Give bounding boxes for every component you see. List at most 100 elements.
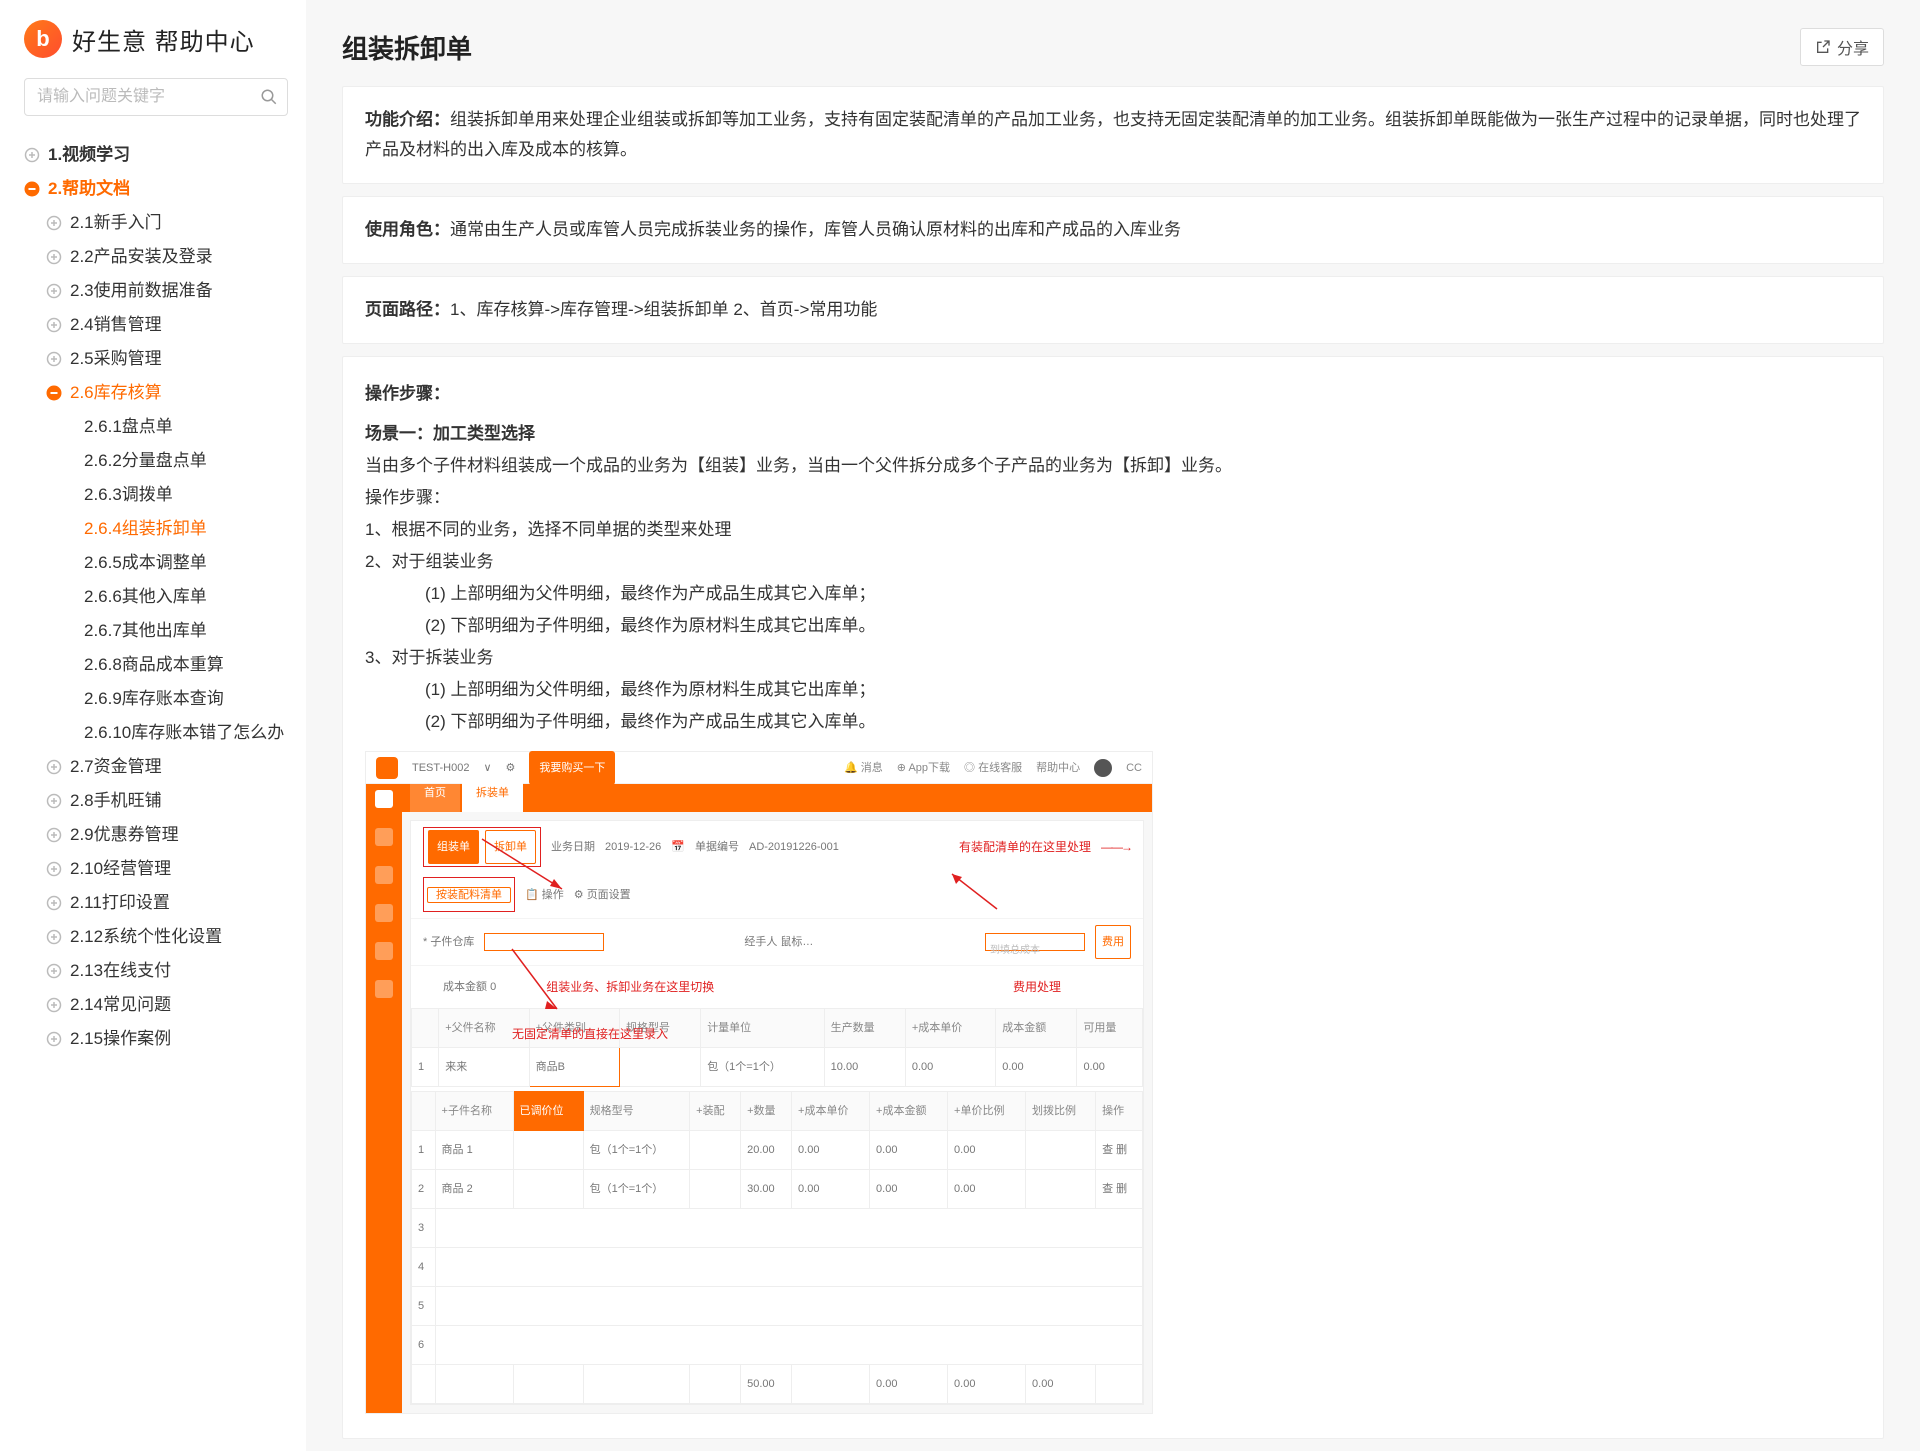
search-input[interactable] [24,78,288,116]
search-wrap [24,78,288,116]
shot-button: 按装配料清单 [427,887,511,903]
plus-icon [46,827,62,843]
step-text: (2) 下部明细为子件明细，最终作为产成品生成其它入库单。 [365,707,1861,737]
shot-input: 到填总成本 [985,933,1085,951]
nav-item[interactable]: 2.6库存核算 [46,377,288,409]
shot-value: 0 [490,981,496,993]
nav-item[interactable]: 2.9优惠券管理 [46,819,288,851]
share-icon [1815,39,1831,55]
shot-logo-icon [376,757,398,779]
rail-icon [375,866,393,884]
nav-item[interactable]: 1.视频学习 [24,139,288,171]
shot-app: ⊕ App下载 [897,753,950,783]
rail-icon [375,942,393,960]
page-title: 组装拆卸单 [342,29,472,66]
nav-label: 2.6.8商品成本重算 [84,649,224,681]
nav-item[interactable]: 2.6.5成本调整单 [84,547,288,579]
share-button[interactable]: 分享 [1800,28,1884,66]
nav-item[interactable]: 2.10经营管理 [46,853,288,885]
main: 组装拆卸单 分享 功能介绍：组装拆卸单用来处理企业组装或拆卸等加工业务，支持有固… [306,0,1920,1451]
nav-item[interactable]: 2.14常见问题 [46,989,288,1021]
nav-label: 2.14常见问题 [70,989,171,1021]
nav-item-active[interactable]: 2.6.4组装拆卸单 [84,513,288,545]
intro-label: 功能介绍： [365,110,450,129]
scenario-heading: 场景一：加工类型选择 [365,419,1861,449]
nav-label: 2.6库存核算 [70,377,162,409]
step-text: 2、对于组装业务 [365,547,1861,577]
search-icon [260,88,278,106]
avatar-icon [1094,759,1112,777]
nav-item[interactable]: 2.13在线支付 [46,955,288,987]
path-card: 页面路径：1、库存核算->库存管理->组装拆卸单 2、首页->常用功能 [342,276,1884,344]
plus-icon [46,861,62,877]
arrow-icon: ——→ [1101,832,1131,862]
share-label: 分享 [1837,35,1869,59]
nav-item[interactable]: 2.15操作案例 [46,1023,288,1055]
shot-svc: ◎ 在线客服 [964,753,1022,783]
nav-label: 2.3使用前数据准备 [70,275,213,307]
logo: b 好生意 帮助中心 [24,20,288,58]
rail-icon [375,828,393,846]
intro-card: 功能介绍：组装拆卸单用来处理企业组装或拆卸等加工业务，支持有固定装配清单的产品加… [342,86,1884,184]
shot-value: AD-20191226-001 [749,832,839,862]
shot-label: 业务日期 [551,832,595,862]
nav-item[interactable]: 2.6.10库存账本错了怎么办 [84,717,288,749]
shot-tab: 首页 [410,774,460,812]
nav-item[interactable]: 2.2产品安装及登录 [46,241,288,273]
shot-tag: 组装单 [428,830,479,864]
embedded-screenshot: TEST-H002 ∨ ⚙ 我要购买一下 🔔 消息 ⊕ App下载 ◎ 在线客服… [365,751,1153,1414]
step-text: 1、根据不同的业务，选择不同单据的类型来处理 [365,515,1861,545]
nav-item[interactable]: 2.1新手入门 [46,207,288,239]
nav-item[interactable]: 2.11打印设置 [46,887,288,919]
shot-value: 2019-12-26 [605,832,661,862]
minus-icon [46,385,62,401]
intro-text: 组装拆卸单用来处理企业组装或拆卸等加工业务，支持有固定装配清单的产品加工业务，也… [365,110,1861,159]
step-text: 操作步骤： [365,483,1861,513]
rail-icon [375,980,393,998]
shot-msg: 🔔 消息 [844,753,883,783]
nav-item[interactable]: 2.6.7其他出库单 [84,615,288,647]
nav-label: 2.6.1盘点单 [84,411,173,443]
nav-label: 2.6.7其他出库单 [84,615,207,647]
step-text: (2) 下部明细为子件明细，最终作为原材料生成其它出库单。 [365,611,1861,641]
nav-item[interactable]: 2.帮助文档 [24,173,288,205]
sidebar: b 好生意 帮助中心 1.视频学习 2.帮助文档 2.1新手入门 2.2产品安装… [0,0,306,1451]
shot-button: 费用 [1095,925,1131,959]
nav-item[interactable]: 2.5采购管理 [46,343,288,375]
nav-label: 2.2产品安装及登录 [70,241,213,273]
shot-action: 操作 [542,889,564,901]
rail-icon [375,790,393,808]
nav-item[interactable]: 2.6.9库存账本查询 [84,683,288,715]
plus-icon [46,351,62,367]
nav-label: 2.11打印设置 [70,887,170,919]
nav-label: 2.13在线支付 [70,955,171,987]
nav-item[interactable]: 2.12系统个性化设置 [46,921,288,953]
plus-icon [46,793,62,809]
nav-item[interactable]: 2.6.3调拨单 [84,479,288,511]
minus-icon [24,181,40,197]
shot-input [484,933,604,951]
rail-icon [375,904,393,922]
nav-item[interactable]: 2.6.8商品成本重算 [84,649,288,681]
nav-item[interactable]: 2.4销售管理 [46,309,288,341]
nav-label: 2.帮助文档 [48,173,130,205]
plus-icon [24,147,40,163]
nav-item[interactable]: 2.6.2分量盘点单 [84,445,288,477]
step-text: 3、对于拆装业务 [365,643,1861,673]
nav-label: 2.15操作案例 [70,1023,171,1055]
nav-item[interactable]: 2.3使用前数据准备 [46,275,288,307]
steps-heading: 操作步骤： [365,379,1861,409]
step-text: (1) 上部明细为父件明细，最终作为产成品生成其它入库单； [365,579,1861,609]
annotation: 有装配清单的在这里处理 [959,832,1091,862]
shot-label: 经手人 鼠标… [744,927,813,957]
nav-item[interactable]: 2.6.1盘点单 [84,411,288,443]
shot-tag: 拆卸单 [485,830,536,864]
nav-item[interactable]: 2.6.6其他入库单 [84,581,288,613]
plus-icon [46,759,62,775]
step-text: (1) 上部明细为父件明细，最终作为原材料生成其它出库单； [365,675,1861,705]
plus-icon [46,1031,62,1047]
nav-item[interactable]: 2.7资金管理 [46,751,288,783]
plus-icon [46,283,62,299]
shot-label: 单据编号 [695,832,739,862]
nav-item[interactable]: 2.8手机旺铺 [46,785,288,817]
